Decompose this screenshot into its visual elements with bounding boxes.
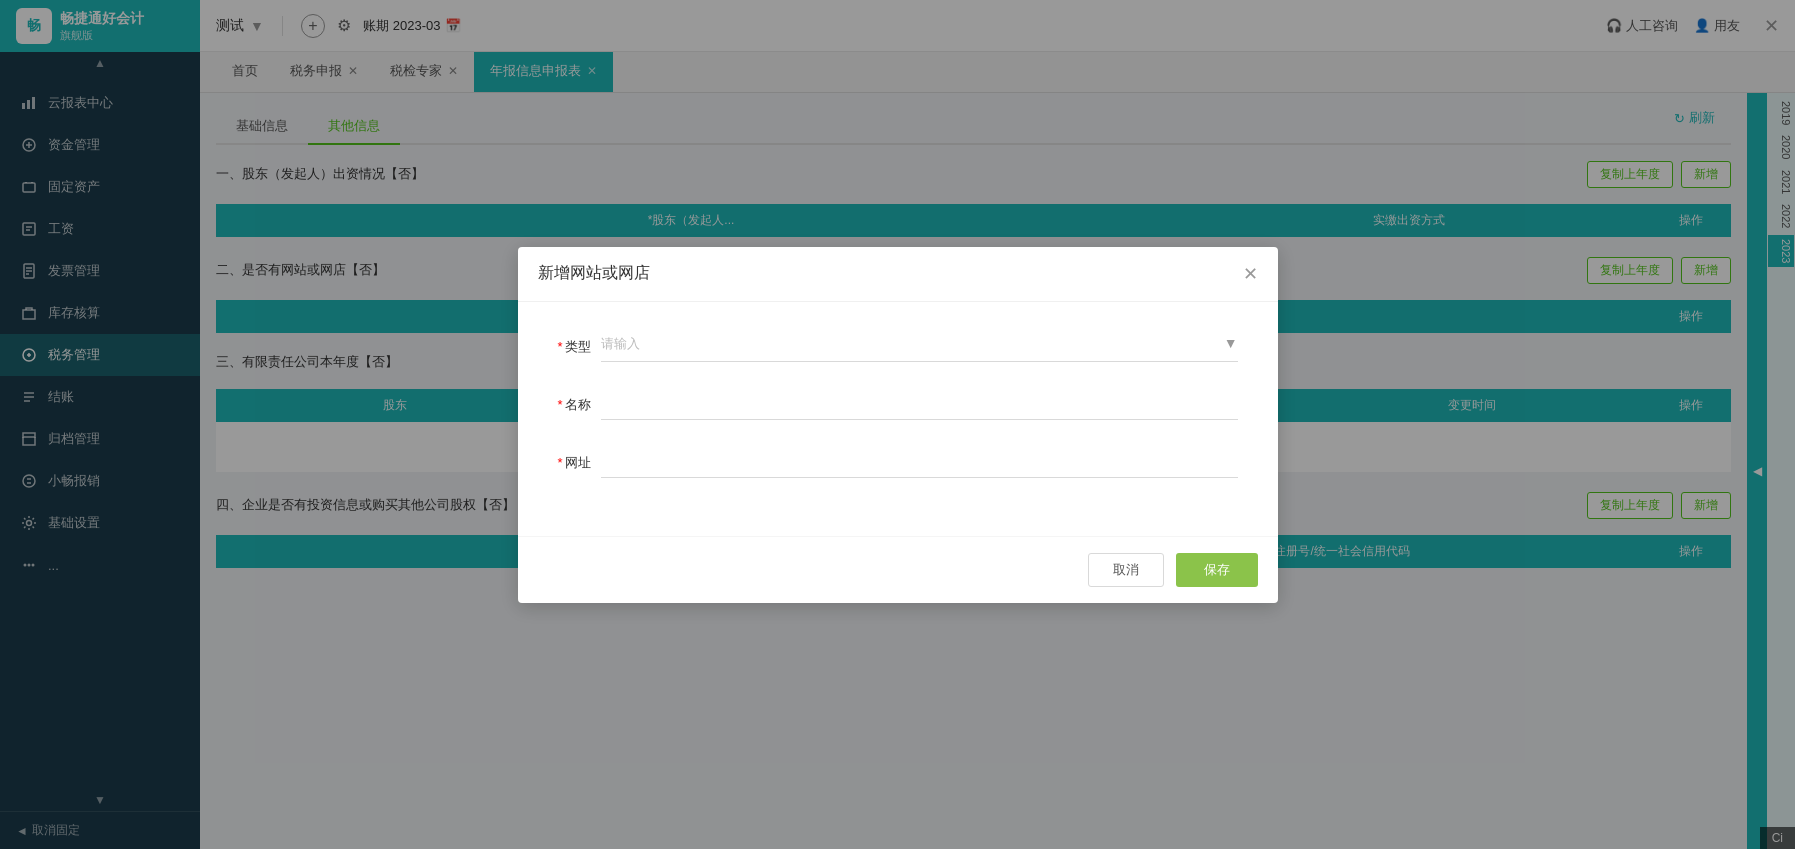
type-input[interactable] (601, 332, 1238, 355)
name-label: *名称 (558, 396, 591, 414)
form-row-name: *名称 (558, 390, 1238, 420)
chevron-down-icon: ▼ (1224, 335, 1238, 351)
form-row-inner: *网址 (558, 448, 1238, 478)
form-row-inner: *类型 ▼ (558, 332, 1238, 362)
url-label: *网址 (558, 454, 591, 472)
type-label: *类型 (558, 338, 591, 356)
url-input-wrap (601, 448, 1238, 478)
save-button[interactable]: 保存 (1176, 553, 1258, 587)
form-row-inner: *名称 (558, 390, 1238, 420)
modal-add-website: 新增网站或网店 ✕ *类型 ▼ *名 (518, 247, 1278, 603)
form-row-url: *网址 (558, 448, 1238, 478)
modal-close-button[interactable]: ✕ (1243, 263, 1258, 285)
name-input[interactable] (601, 390, 1238, 413)
cancel-button[interactable]: 取消 (1088, 553, 1164, 587)
url-input[interactable] (601, 448, 1238, 471)
form-row-type: *类型 ▼ (558, 332, 1238, 362)
required-marker: * (558, 397, 563, 412)
modal-footer: 取消 保存 (518, 536, 1278, 603)
name-input-wrap (601, 390, 1238, 420)
required-marker: * (558, 339, 563, 354)
modal-header: 新增网站或网店 ✕ (518, 247, 1278, 302)
modal-overlay[interactable]: 新增网站或网店 ✕ *类型 ▼ *名 (0, 0, 1795, 849)
required-marker: * (558, 455, 563, 470)
modal-body: *类型 ▼ *名称 (518, 302, 1278, 536)
type-input-wrap: ▼ (601, 332, 1238, 362)
modal-title: 新增网站或网店 (538, 263, 650, 284)
